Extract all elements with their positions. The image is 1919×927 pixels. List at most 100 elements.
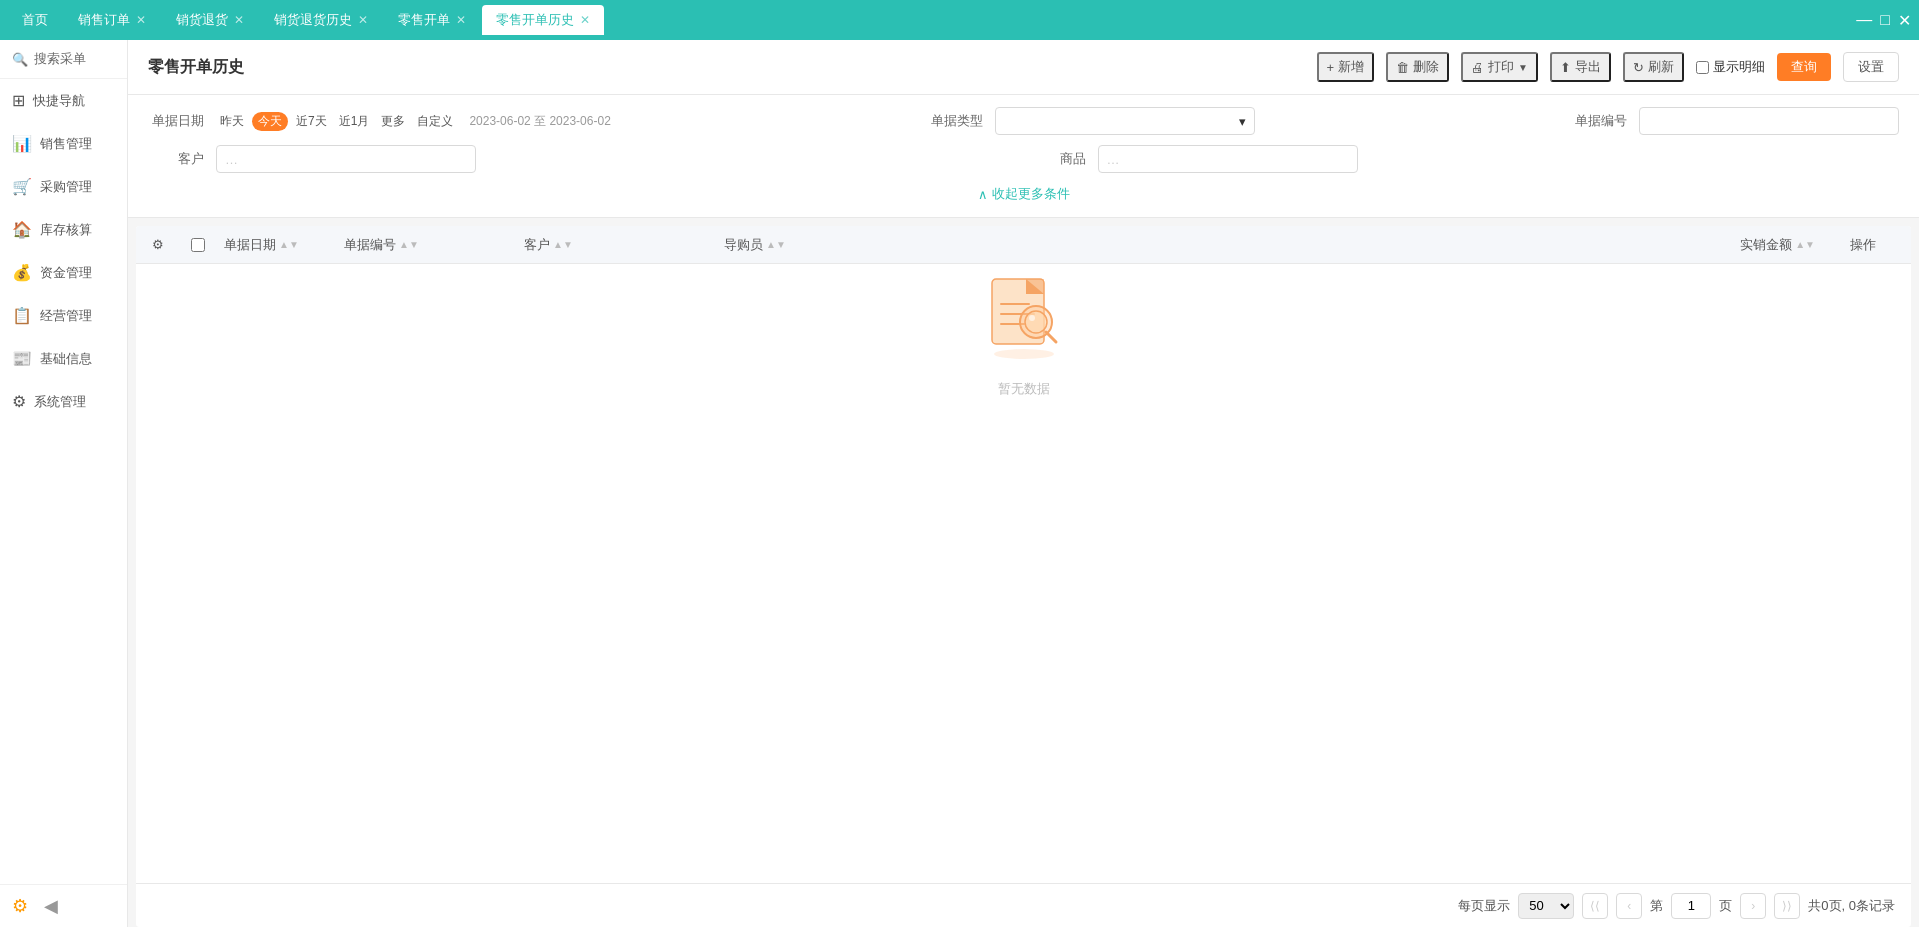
export-icon: ⬆	[1560, 60, 1571, 75]
order-type-select[interactable]: ▾	[995, 107, 1255, 135]
empty-state: 暂无数据	[136, 264, 1911, 398]
col-date-label: 单据日期	[224, 236, 276, 254]
per-page-select[interactable]: 10 20 50 100	[1518, 893, 1574, 919]
tab-sales-return-history[interactable]: 销货退货历史 ✕	[260, 5, 382, 35]
table-col-actions: 操作	[1823, 236, 1903, 254]
first-page-button[interactable]: ⟨⟨	[1582, 893, 1608, 919]
table-col-customer[interactable]: 客户 ▲▼	[516, 236, 716, 254]
table-col-guide[interactable]: 导购员 ▲▼	[716, 236, 836, 254]
sidebar-item-quick-nav[interactable]: ⊞ 快捷导航	[0, 79, 127, 122]
order-no-sort-icon[interactable]: ▲▼	[399, 240, 419, 250]
sidebar-item-operations[interactable]: 📋 经营管理	[0, 294, 127, 337]
sidebar-gear-button[interactable]: ⚙	[12, 895, 28, 917]
print-button[interactable]: 🖨 打印 ▼	[1461, 52, 1538, 82]
query-button[interactable]: 查询	[1777, 53, 1831, 81]
sidebar-item-system-label: 系统管理	[34, 393, 86, 411]
sidebar-item-inventory[interactable]: 🏠 库存核算	[0, 208, 127, 251]
table-col-order-no[interactable]: 单据编号 ▲▼	[336, 236, 516, 254]
search-icon: 🔍	[12, 52, 28, 67]
sidebar-item-sales-mgmt[interactable]: 📊 销售管理	[0, 122, 127, 165]
date-btn-custom[interactable]: 自定义	[413, 112, 457, 131]
tab-sales-return[interactable]: 销货退货 ✕	[162, 5, 258, 35]
tab-sales-order[interactable]: 销售订单 ✕	[64, 5, 160, 35]
svg-line-10	[1046, 332, 1056, 342]
tab-retail-open[interactable]: 零售开单 ✕	[384, 5, 480, 35]
collapse-button[interactable]: ∧ 收起更多条件	[978, 183, 1070, 205]
delete-icon: 🗑	[1396, 60, 1409, 75]
minimize-button[interactable]: —	[1856, 11, 1872, 29]
print-dropdown-icon: ▼	[1518, 62, 1528, 73]
col-guide-label: 导购员	[724, 236, 763, 254]
table-area: ⚙ 单据日期 ▲▼ 单据编号 ▲▼ 客户 ▲▼ 导购员	[136, 226, 1911, 927]
tab-retail-open-history-close[interactable]: ✕	[580, 13, 590, 27]
main-layout: 🔍 搜索采单 ⊞ 快捷导航 📊 销售管理 🛒 采购管理 🏠 库存核算 💰 资金管…	[0, 40, 1919, 927]
sidebar-collapse-button[interactable]: ◀	[44, 895, 58, 917]
display-detail-checkbox[interactable]	[1696, 61, 1709, 74]
svg-point-9	[1025, 311, 1047, 333]
sidebar-item-quick-nav-label: 快捷导航	[33, 92, 85, 110]
date-btn-1month[interactable]: 近1月	[335, 112, 374, 131]
pagination: 每页显示 10 20 50 100 ⟨⟨ ‹ 第 页 › ⟩⟩ 共0页, 0条记…	[136, 883, 1911, 927]
last-page-button[interactable]: ⟩⟩	[1774, 893, 1800, 919]
tab-retail-open-close[interactable]: ✕	[456, 13, 466, 27]
info-icon: 📰	[12, 349, 32, 368]
top-tabs-bar: 首页 销售订单 ✕ 销货退货 ✕ 销货退货历史 ✕ 零售开单 ✕ 零售开单历史 …	[0, 0, 1919, 40]
sidebar-item-finance-label: 资金管理	[40, 264, 92, 282]
display-detail-label: 显示明细	[1713, 58, 1765, 76]
table-body: 暂无数据	[136, 264, 1911, 883]
next-page-button[interactable]: ›	[1740, 893, 1766, 919]
cart-icon: 🛒	[12, 177, 32, 196]
prev-page-button[interactable]: ‹	[1616, 893, 1642, 919]
date-sort-icon[interactable]: ▲▼	[279, 240, 299, 250]
sidebar-item-operations-label: 经营管理	[40, 307, 92, 325]
tab-sales-order-close[interactable]: ✕	[136, 13, 146, 27]
table-col-checkbox[interactable]	[180, 238, 216, 252]
customer-sort-icon[interactable]: ▲▼	[553, 240, 573, 250]
table-select-all-checkbox[interactable]	[191, 238, 205, 252]
toolbar: + 新增 🗑 删除 🖨 打印 ▼ ⬆ 导出 ↻ 刷新	[1317, 52, 1900, 94]
display-detail-checkbox-wrapper[interactable]: 显示明细	[1696, 58, 1765, 76]
sidebar-item-basic-info[interactable]: 📰 基础信息	[0, 337, 127, 380]
date-btn-more[interactable]: 更多	[377, 112, 409, 131]
sidebar-item-system[interactable]: ⚙ 系统管理	[0, 380, 127, 423]
collapse-label: 收起更多条件	[992, 185, 1070, 203]
tab-sales-return-close[interactable]: ✕	[234, 13, 244, 27]
content-area: 零售开单历史 + 新增 🗑 删除 🖨 打印 ▼ ⬆ 导出	[128, 40, 1919, 927]
filter-row-1: 单据日期 昨天 今天 近7天 近1月 更多 自定义 2023-06-02 至 2…	[148, 107, 1899, 135]
customer-input[interactable]: …	[216, 145, 476, 173]
sidebar-search[interactable]: 🔍 搜索采单	[0, 40, 127, 79]
refresh-label: 刷新	[1648, 58, 1674, 76]
tab-retail-open-history-label: 零售开单历史	[496, 11, 574, 29]
tab-retail-open-history[interactable]: 零售开单历史 ✕	[482, 5, 604, 35]
refresh-button[interactable]: ↻ 刷新	[1623, 52, 1684, 82]
table-settings-icon[interactable]: ⚙	[152, 237, 164, 252]
export-button[interactable]: ⬆ 导出	[1550, 52, 1611, 82]
add-button[interactable]: + 新增	[1317, 52, 1375, 82]
table-col-settings[interactable]: ⚙	[144, 237, 180, 252]
amount-sort-icon[interactable]: ▲▼	[1795, 240, 1815, 250]
date-btn-yesterday[interactable]: 昨天	[216, 112, 248, 131]
date-btn-today[interactable]: 今天	[252, 112, 288, 131]
settings-button[interactable]: 设置	[1843, 52, 1899, 82]
tab-home[interactable]: 首页	[8, 5, 62, 35]
sidebar-item-finance[interactable]: 💰 资金管理	[0, 251, 127, 294]
maximize-button[interactable]: □	[1880, 11, 1890, 29]
customer-label: 客户	[148, 150, 204, 168]
delete-button[interactable]: 🗑 删除	[1386, 52, 1449, 82]
order-no-input[interactable]	[1639, 107, 1899, 135]
sidebar: 🔍 搜索采单 ⊞ 快捷导航 📊 销售管理 🛒 采购管理 🏠 库存核算 💰 资金管…	[0, 40, 128, 927]
date-range-display: 2023-06-02 至 2023-06-02	[469, 113, 610, 130]
date-btn-7days[interactable]: 近7天	[292, 112, 331, 131]
product-input[interactable]: …	[1098, 145, 1358, 173]
grid-icon: ⊞	[12, 91, 25, 110]
guide-sort-icon[interactable]: ▲▼	[766, 240, 786, 250]
sidebar-item-purchase-mgmt[interactable]: 🛒 采购管理	[0, 165, 127, 208]
current-page-input[interactable]	[1671, 893, 1711, 919]
sidebar-item-inventory-label: 库存核算	[40, 221, 92, 239]
filter-collapse-row: ∧ 收起更多条件	[148, 183, 1899, 205]
tab-sales-return-history-close[interactable]: ✕	[358, 13, 368, 27]
table-col-date[interactable]: 单据日期 ▲▼	[216, 236, 336, 254]
table-col-amount[interactable]: 实销金额 ▲▼	[836, 236, 1823, 254]
chart-icon: 📊	[12, 134, 32, 153]
close-button[interactable]: ✕	[1898, 11, 1911, 30]
